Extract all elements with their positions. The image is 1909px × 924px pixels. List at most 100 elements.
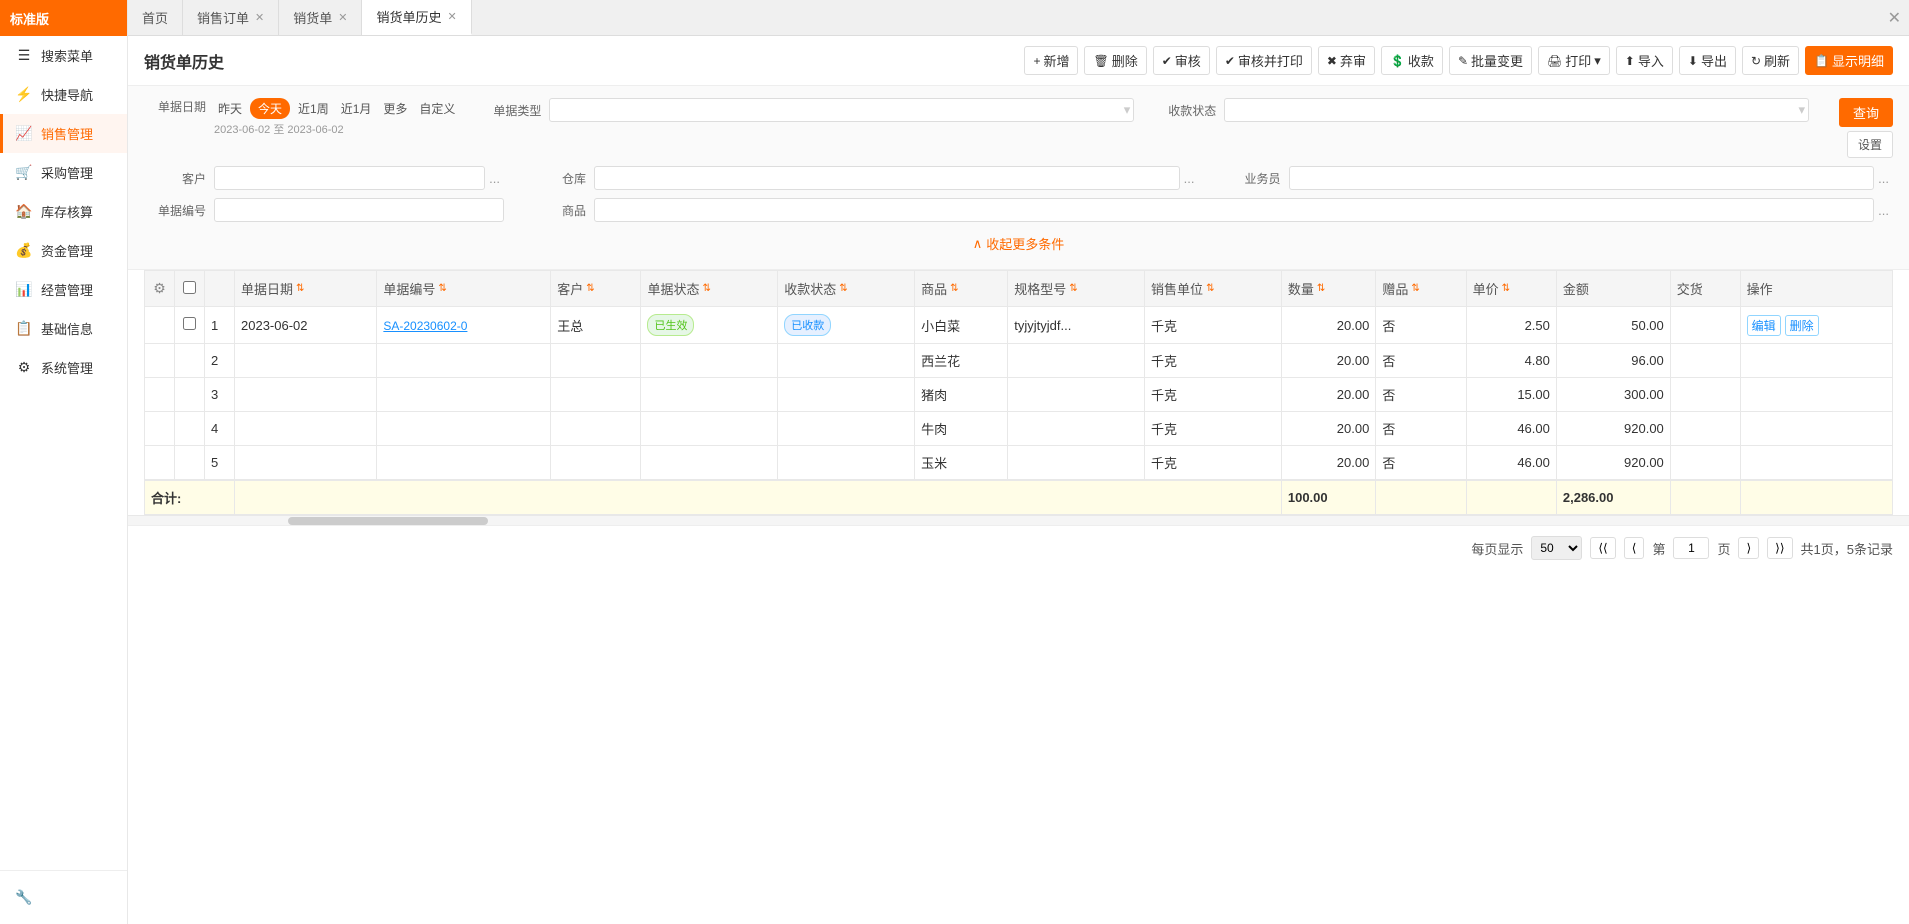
sidebar-item-sales-mgmt[interactable]: 📈 销售管理 <box>0 114 127 153</box>
export-button[interactable]: ⬇ 导出 <box>1679 46 1736 75</box>
date-more[interactable]: 更多 <box>379 98 411 119</box>
th-unit-price-label: 单价 <box>1473 279 1499 298</box>
th-doc-num[interactable]: 单据编号 ⇅ <box>377 271 551 307</box>
delete-button[interactable]: 🗑 删除 <box>1084 46 1146 75</box>
row-amount: 300.00 <box>1556 378 1670 412</box>
goods-dots[interactable]: ... <box>1874 203 1893 218</box>
th-settings[interactable]: ⚙ <box>145 271 175 307</box>
print-button[interactable]: 🖨 打印 ▾ <box>1538 46 1610 75</box>
th-doc-status-label: 单据状态 <box>647 279 699 298</box>
sidebar-item-basic-info[interactable]: 📋 基础信息 <box>0 309 127 348</box>
sidebar-item-ops-mgmt[interactable]: 📊 经营管理 <box>0 270 127 309</box>
table-row: 1 2023-06-02 SA-20230602-0 王总 已生效 已收款 小白… <box>145 307 1893 344</box>
tab-sales-order[interactable]: 销售订单 ✕ <box>183 0 279 35</box>
date-today[interactable]: 今天 <box>250 98 290 119</box>
th-doc-date[interactable]: 单据日期 ⇅ <box>235 271 377 307</box>
th-goods[interactable]: 商品 ⇅ <box>915 271 1008 307</box>
th-doc-status[interactable]: 单据状态 ⇅ <box>641 271 778 307</box>
salesperson-input[interactable] <box>1289 166 1875 190</box>
new-label: 新增 <box>1043 51 1069 70</box>
page-current-input[interactable] <box>1673 537 1709 559</box>
th-customer[interactable]: 客户 ⇅ <box>551 271 641 307</box>
refresh-button[interactable]: ↻ 刷新 <box>1742 46 1799 75</box>
date-label: 单据日期 <box>144 98 214 115</box>
warehouse-input[interactable] <box>594 166 1180 190</box>
tab-sales-goods-close[interactable]: ✕ <box>338 11 347 24</box>
warehouse-dots[interactable]: ... <box>1180 171 1199 186</box>
date-shortcuts: 昨天 今天 近1周 近1月 更多 自定义 <box>214 98 459 119</box>
sidebar-item-label-quick: 快捷导航 <box>41 85 93 104</box>
new-button[interactable]: + 新增 <box>1024 46 1078 75</box>
page-last-button[interactable]: ⟩⟩ <box>1767 537 1792 559</box>
collect-button[interactable]: 💲 收款 <box>1381 46 1443 75</box>
delete-icon: 🗑 <box>1093 54 1108 68</box>
sidebar-item-quick-nav[interactable]: ⚡ 快捷导航 <box>0 75 127 114</box>
table-settings-gear-icon[interactable]: ⚙ <box>153 280 166 296</box>
row-num: 1 <box>205 307 235 344</box>
tab-home[interactable]: 首页 <box>128 0 183 35</box>
import-button[interactable]: ⬆ 导入 <box>1616 46 1673 75</box>
abandon-button[interactable]: ✖ 弃审 <box>1318 46 1375 75</box>
scrollbar-thumb[interactable] <box>288 517 488 525</box>
th-unit-price[interactable]: 单价 ⇅ <box>1466 271 1556 307</box>
tab-bar-close-all[interactable]: ✕ <box>1888 8 1909 28</box>
date-custom[interactable]: 自定义 <box>415 98 459 119</box>
th-sales-unit[interactable]: 销售单位 ⇅ <box>1145 271 1282 307</box>
sidebar-item-inventory-calc[interactable]: 🏠 库存核算 <box>0 192 127 231</box>
total-amount: 2,286.00 <box>1556 480 1670 515</box>
page-prev-button[interactable]: ⟨ <box>1624 537 1645 559</box>
tab-sales-goods[interactable]: 销货单 ✕ <box>279 0 362 35</box>
horizontal-scrollbar[interactable] <box>128 515 1909 525</box>
row-doc-status: 已生效 <box>641 307 778 344</box>
total-empty5 <box>1740 480 1892 515</box>
customer-input[interactable] <box>214 166 485 190</box>
sidebar-item-finance-mgmt[interactable]: 💰 资金管理 <box>0 231 127 270</box>
collapse-button[interactable]: ∧ 收起更多条件 <box>144 230 1893 257</box>
row-doc-date <box>235 412 377 446</box>
row-goods: 牛肉 <box>915 412 1008 446</box>
date-last7[interactable]: 近1周 <box>294 98 333 119</box>
tab-sales-history-close[interactable]: ✕ <box>448 10 457 23</box>
row-gift: 否 <box>1376 446 1466 481</box>
th-gift[interactable]: 赠品 ⇅ <box>1376 271 1466 307</box>
goods-input[interactable] <box>594 198 1874 222</box>
sidebar-item-sys-mgmt[interactable]: ⚙ 系统管理 <box>0 348 127 387</box>
collect-status-input[interactable] <box>1224 98 1809 122</box>
sort-doc-status-icon: ⇅ <box>702 283 710 294</box>
select-all-checkbox[interactable] <box>183 281 196 294</box>
page-size-select[interactable]: 50 20 100 <box>1531 536 1582 560</box>
salesperson-dots[interactable]: ... <box>1874 171 1893 186</box>
date-last1month[interactable]: 近1月 <box>337 98 376 119</box>
show-detail-button[interactable]: 📋 显示明细 <box>1805 46 1893 75</box>
row-action-btn-1[interactable]: 删除 <box>1785 315 1819 336</box>
tab-sales-history[interactable]: 销货单历史 ✕ <box>362 0 471 35</box>
row-checkbox[interactable] <box>183 317 196 330</box>
audit-button[interactable]: ✔ 审核 <box>1153 46 1210 75</box>
doc-num-link[interactable]: SA-20230602-0 <box>383 319 467 333</box>
setting-button[interactable]: 设置 <box>1847 131 1893 158</box>
th-checkbox[interactable] <box>175 271 205 307</box>
page-first-button[interactable]: ⟨⟨ <box>1590 537 1615 559</box>
tab-sales-order-close[interactable]: ✕ <box>255 11 264 24</box>
th-amount-label: 金额 <box>1563 282 1589 297</box>
th-collect-status[interactable]: 收款状态 ⇅ <box>778 271 915 307</box>
row-action-btn-0[interactable]: 编辑 <box>1747 315 1781 336</box>
toolbar: + 新增 🗑 删除 ✔ 审核 ✔ 审核并打印 ✖ 弃审 <box>1024 46 1893 75</box>
query-button[interactable]: 查询 <box>1839 98 1893 127</box>
sidebar-item-search-menu[interactable]: ☰ 搜索菜单 <box>0 36 127 75</box>
sidebar-item-purchase-mgmt[interactable]: 🛒 采购管理 <box>0 153 127 192</box>
audit-print-button[interactable]: ✔ 审核并打印 <box>1216 46 1312 75</box>
collect-label: 收款 <box>1408 51 1434 70</box>
th-quantity[interactable]: 数量 ⇅ <box>1281 271 1375 307</box>
batch-change-button[interactable]: ✎ 批量变更 <box>1449 46 1532 75</box>
doc-type-input[interactable] <box>549 98 1134 122</box>
row-num: 5 <box>205 446 235 481</box>
sidebar-bottom-item1[interactable]: 🔧 <box>0 879 127 916</box>
row-checkbox-cell[interactable] <box>175 307 205 344</box>
doc-num-input[interactable] <box>214 198 504 222</box>
collect-status-dropdown-icon: ▾ <box>1798 102 1805 118</box>
date-yesterday[interactable]: 昨天 <box>214 98 246 119</box>
th-spec[interactable]: 规格型号 ⇅ <box>1008 271 1145 307</box>
customer-dots[interactable]: ... <box>485 171 504 186</box>
page-next-button[interactable]: ⟩ <box>1738 537 1759 559</box>
